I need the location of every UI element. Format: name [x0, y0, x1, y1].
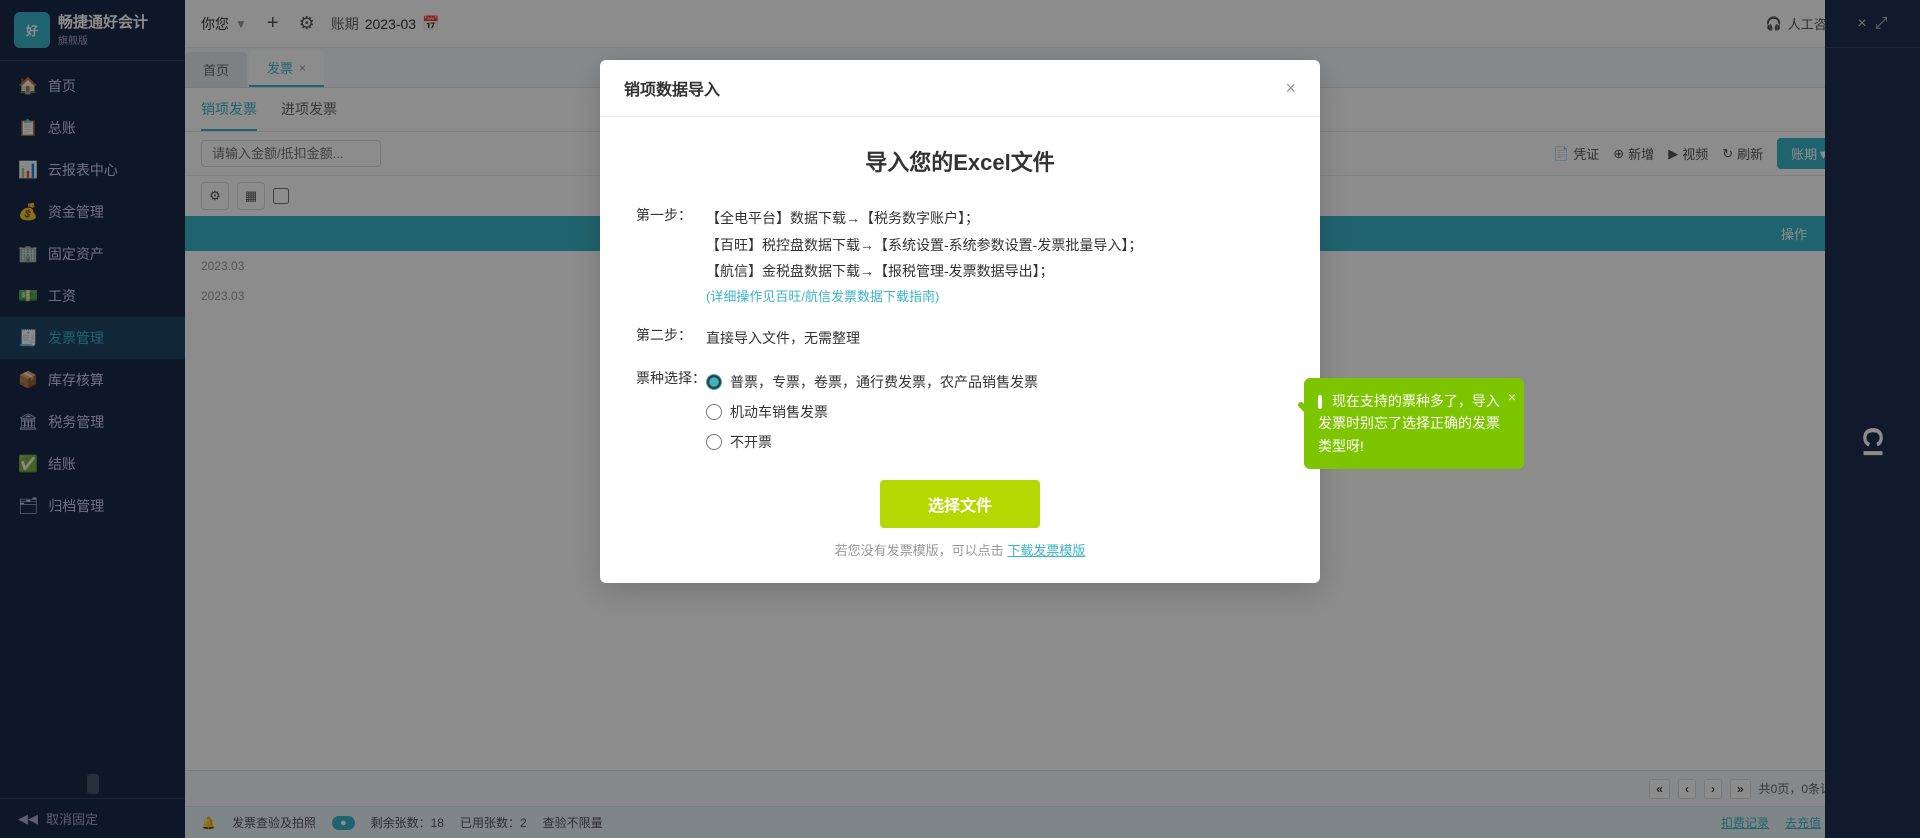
step2-content: 直接导入文件，无需整理 [706, 325, 860, 352]
step1-row: 第一步： 【全电平台】数据下载→【税务数字账户】； 【百旺】税控盘数据下载→【系… [636, 205, 1284, 309]
radio-none-label: 不开票 [730, 432, 772, 452]
modal-footer: 若您没有发票模版，可以点击 下载发票模版 [636, 540, 1284, 559]
tooltip-bar [1318, 395, 1322, 409]
radio-vehicle-input[interactable] [706, 404, 722, 420]
modal-main-title: 导入您的Excel文件 [636, 145, 1284, 177]
ticket-select-label: 票种选择： [636, 368, 706, 388]
download-template-link[interactable]: 下载发票模版 [1007, 543, 1085, 558]
select-file-button[interactable]: 选择文件 [880, 480, 1040, 528]
step2-label: 第二步： [636, 325, 706, 352]
modal-close-button[interactable]: × [1285, 79, 1296, 97]
radio-common-input[interactable] [706, 374, 722, 390]
step1-guide-link[interactable]: 百旺/航信发票数据下载指南 [775, 289, 935, 304]
modal-overlay: 销项数据导入 × 导入您的Excel文件 第一步： 【全电平台】数据下载→【税务… [0, 0, 1920, 838]
step2-row: 第二步： 直接导入文件，无需整理 [636, 325, 1284, 352]
step1-line-2: 【百旺】税控盘数据下载→【系统设置-系统参数设置-发票批量导入】； [706, 232, 1142, 259]
step1-note: (详细操作见百旺/航信发票数据下载指南) [706, 285, 1142, 310]
step1-line-3: 【航信】金税盘数据下载→【报税管理-发票数据导出】； [706, 258, 1142, 285]
modal-title: 销项数据导入 [624, 76, 720, 100]
tooltip-text: 现在支持的票种多了，导入发票时别忘了选择正确的发票类型呀! [1318, 393, 1500, 454]
radio-common-label: 普票，专票，卷票，通行费发票，农产品销售发票 [730, 372, 1038, 392]
modal-footer-text: 若您没有发票模版，可以点击 [835, 543, 1004, 558]
tooltip-close-button[interactable]: × [1508, 386, 1516, 408]
radio-option-common[interactable]: 普票，专票，卷票，通行费发票，农产品销售发票 [706, 372, 1038, 392]
radio-none-input[interactable] [706, 434, 722, 450]
tooltip-bubble: × 现在支持的票种多了，导入发票时别忘了选择正确的发票类型呀! [1304, 378, 1524, 469]
modal-body: 导入您的Excel文件 第一步： 【全电平台】数据下载→【税务数字账户】； 【百… [600, 117, 1320, 583]
radio-option-none[interactable]: 不开票 [706, 432, 1038, 452]
radio-option-vehicle[interactable]: 机动车销售发票 [706, 402, 1038, 422]
select-file-label: 选择文件 [928, 498, 992, 515]
modal-header: 销项数据导入 × [600, 60, 1320, 117]
import-modal: 销项数据导入 × 导入您的Excel文件 第一步： 【全电平台】数据下载→【税务… [600, 60, 1320, 583]
ticket-select-row: 票种选择： 普票，专票，卷票，通行费发票，农产品销售发票 机动车销售发票 不开票 [636, 368, 1284, 452]
step1-label: 第一步： [636, 205, 706, 309]
radio-vehicle-label: 机动车销售发票 [730, 402, 828, 422]
radio-group: 普票，专票，卷票，通行费发票，农产品销售发票 机动车销售发票 不开票 [706, 372, 1038, 452]
step1-line-1: 【全电平台】数据下载→【税务数字账户】； [706, 205, 1142, 232]
step1-content: 【全电平台】数据下载→【税务数字账户】； 【百旺】税控盘数据下载→【系统设置-系… [706, 205, 1142, 309]
